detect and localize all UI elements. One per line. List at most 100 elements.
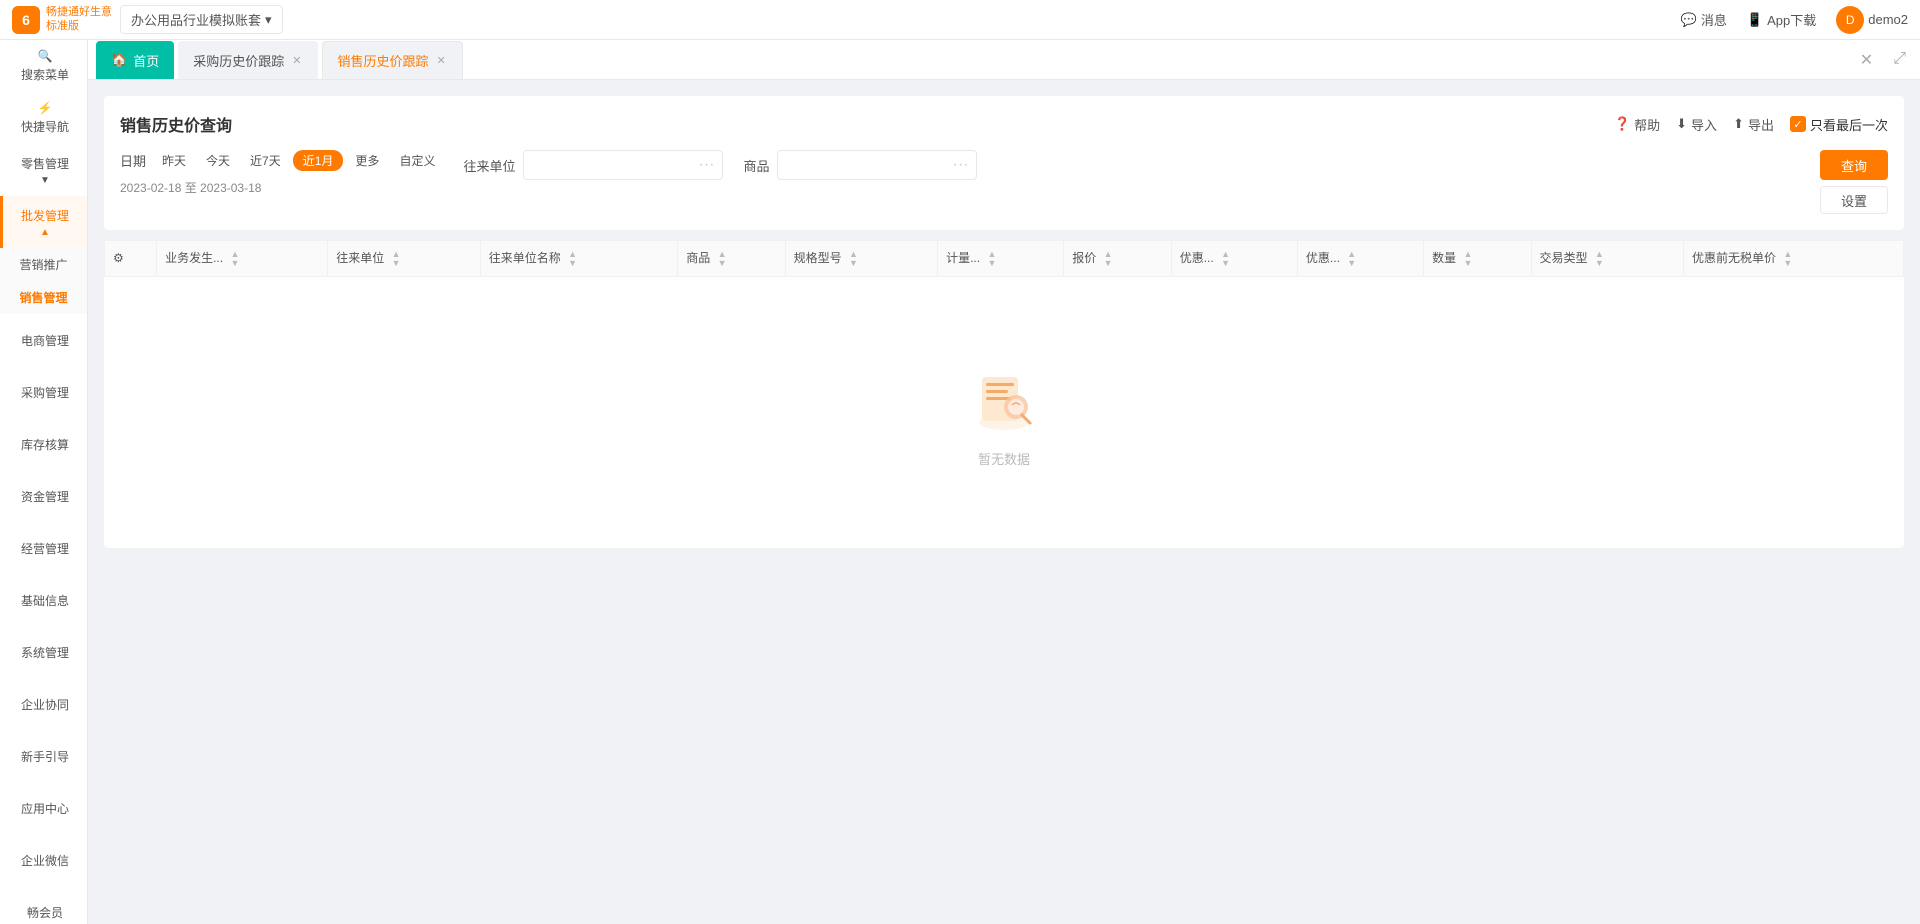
page-title: 销售历史价查询 <box>120 112 232 136</box>
table-header-row: ⚙ 业务发生... ▲▼ 往来单位 ▲▼ 往来单位名称 <box>105 241 1904 277</box>
sort-icon: ▲▼ <box>718 250 727 268</box>
sidebar-item-enterprise[interactable]: 企业协同 <box>0 678 87 730</box>
sidebar-item-finance[interactable]: 资金管理 <box>0 470 87 522</box>
sort-icon: ▲▼ <box>987 250 996 268</box>
product-input[interactable]: ··· <box>777 150 977 180</box>
sidebar-item-vip[interactable]: 畅会员 <box>0 886 87 924</box>
date-option-today[interactable]: 今天 <box>198 150 238 171</box>
col-trade-type[interactable]: 交易类型 ▲▼ <box>1531 241 1683 277</box>
sort-icon: ▲▼ <box>1463 250 1472 268</box>
date-option-custom[interactable]: 自定义 <box>391 150 443 171</box>
product-input-dots: ··· <box>953 156 969 174</box>
chevron-down-icon: ▾ <box>265 12 272 28</box>
close-all-tabs-button[interactable]: ✕ <box>1854 47 1879 73</box>
sort-icon: ▲▼ <box>230 250 239 268</box>
sidebar-item-operations[interactable]: 经营管理 <box>0 522 87 574</box>
settings-button[interactable]: 设置 <box>1820 186 1888 214</box>
home-icon: 🏠 <box>111 52 127 68</box>
sidebar-item-inventory[interactable]: 库存核算 <box>0 418 87 470</box>
logo-icon: 6 <box>12 6 40 34</box>
import-icon: ⬇ <box>1676 116 1687 132</box>
export-action[interactable]: ⬆ 导出 <box>1733 115 1774 134</box>
col-quantity[interactable]: 数量 ▲▼ <box>1424 241 1531 277</box>
import-action[interactable]: ⬇ 导入 <box>1676 115 1717 134</box>
sidebar-item-guide[interactable]: 新手引导 <box>0 730 87 782</box>
sidebar-item-retail[interactable]: 零售管理 ▼ <box>0 144 87 196</box>
sidebar-item-purchase[interactable]: 采购管理 <box>0 366 87 418</box>
partner-input[interactable]: ··· <box>523 150 723 180</box>
partner-filter-group: 往来单位 ··· <box>463 150 723 180</box>
date-option-1month[interactable]: 近1月 <box>293 150 344 171</box>
sort-icon: ▲▼ <box>1595 250 1604 268</box>
logo-text: 畅捷通好生意 标准版 <box>46 6 112 32</box>
download-icon: 📱 <box>1747 12 1763 28</box>
maximize-button[interactable]: ⤢ <box>1887 47 1912 73</box>
col-biz-date[interactable]: 业务发生... ▲▼ <box>157 241 328 277</box>
tab-sales-history[interactable]: 销售历史价跟踪 ✕ <box>322 41 462 79</box>
sidebar-sub-item-sales[interactable]: 销售管理 <box>0 281 87 314</box>
tab-bar-actions: ✕ ⤢ <box>1854 47 1912 73</box>
tab-close-sales[interactable]: ✕ <box>434 53 447 68</box>
tab-home[interactable]: 🏠 首页 <box>96 41 174 79</box>
sort-icon: ▲▼ <box>849 250 858 268</box>
date-option-more[interactable]: 更多 <box>347 150 387 171</box>
query-panel: 销售历史价查询 ❓ 帮助 ⬇ 导入 ⬆ 导出 <box>104 96 1904 230</box>
col-pretax-price[interactable]: 优惠前无税单价 ▲▼ <box>1683 241 1903 277</box>
col-settings[interactable]: ⚙ <box>105 241 157 277</box>
user-profile[interactable]: D demo2 <box>1836 6 1908 34</box>
sidebar-item-shortcut[interactable]: ⚡ 快捷导航 <box>0 92 87 144</box>
filter-row: 日期 昨天 今天 近7天 近1月 更多 自定义 2023-02-18 至 202… <box>120 150 1888 214</box>
chevron-up-icon: ▲ <box>40 227 50 238</box>
sidebar-item-apps[interactable]: 应用中心 <box>0 782 87 834</box>
company-dropdown[interactable]: 办公用品行业模拟账套 ▾ <box>120 5 283 34</box>
export-icon: ⬆ <box>1733 116 1744 132</box>
sort-icon: ▲▼ <box>1347 250 1356 268</box>
col-spec[interactable]: 规格型号 ▲▼ <box>785 241 937 277</box>
sort-icon: ▲▼ <box>1221 250 1230 268</box>
sidebar-item-search[interactable]: 🔍 搜索菜单 <box>0 40 87 92</box>
col-unit[interactable]: 计量... ▲▼ <box>938 241 1064 277</box>
partner-input-dots: ··· <box>698 156 714 174</box>
sidebar-item-wholesale[interactable]: 批发管理 ▲ <box>0 196 87 248</box>
sort-icon: ▲▼ <box>392 250 401 268</box>
sidebar-item-wechat[interactable]: 企业微信 <box>0 834 87 886</box>
empty-illustration <box>964 357 1044 437</box>
sidebar-sub-item-marketing[interactable]: 营销推广 <box>0 248 87 281</box>
sidebar: 🔍 搜索菜单 ⚡ 快捷导航 零售管理 ▼ 批发管理 ▲ 营销推广 销售管理 电商… <box>0 40 88 924</box>
col-discount1[interactable]: 优惠... ▲▼ <box>1171 241 1297 277</box>
help-icon: ❓ <box>1614 116 1630 132</box>
col-product[interactable]: 商品 ▲▼ <box>678 241 785 277</box>
logo: 6 畅捷通好生意 标准版 <box>12 6 112 34</box>
tab-close-purchase[interactable]: ✕ <box>290 53 303 68</box>
col-partner-name[interactable]: 往来单位名称 ▲▼ <box>480 241 677 277</box>
date-options: 昨天 今天 近7天 近1月 更多 自定义 <box>154 150 443 171</box>
sort-icon: ▲▼ <box>568 250 577 268</box>
empty-text: 暂无数据 <box>978 449 1030 468</box>
settings-gear-icon: ⚙ <box>113 251 124 265</box>
chevron-down-icon: ▼ <box>40 175 50 186</box>
search-icon: 🔍 <box>38 49 53 63</box>
col-partner-code[interactable]: 往来单位 ▲▼ <box>328 241 480 277</box>
tab-purchase-history[interactable]: 采购历史价跟踪 ✕ <box>178 41 318 79</box>
message-action[interactable]: 💬 消息 <box>1681 10 1727 29</box>
tab-bar: 🏠 首页 采购历史价跟踪 ✕ 销售历史价跟踪 ✕ ✕ ⤢ <box>88 40 1920 80</box>
date-option-yesterday[interactable]: 昨天 <box>154 150 194 171</box>
sidebar-item-system[interactable]: 系统管理 <box>0 626 87 678</box>
col-quote[interactable]: 报价 ▲▼ <box>1064 241 1171 277</box>
top-bar: 6 畅捷通好生意 标准版 办公用品行业模拟账套 ▾ 💬 消息 📱 App下载 D… <box>0 0 1920 40</box>
help-action[interactable]: ❓ 帮助 <box>1614 115 1660 134</box>
sidebar-item-ecommerce[interactable]: 电商管理 <box>0 314 87 366</box>
app-download-action[interactable]: 📱 App下载 <box>1747 10 1816 29</box>
query-panel-header: 销售历史价查询 ❓ 帮助 ⬇ 导入 ⬆ 导出 <box>120 112 1888 136</box>
query-button[interactable]: 查询 <box>1820 150 1888 180</box>
shortcut-icon: ⚡ <box>38 101 53 115</box>
only-last-checkbox[interactable]: ✓ 只看最后一次 <box>1790 115 1888 134</box>
sidebar-item-basics[interactable]: 基础信息 <box>0 574 87 626</box>
sort-icon: ▲▼ <box>1104 250 1113 268</box>
message-icon: 💬 <box>1681 12 1697 28</box>
table-panel: ⚙ 业务发生... ▲▼ 往来单位 ▲▼ 往来单位名称 <box>104 240 1904 548</box>
date-filter-group: 日期 昨天 今天 近7天 近1月 更多 自定义 <box>120 150 443 171</box>
top-bar-right: 💬 消息 📱 App下载 D demo2 <box>1681 6 1908 34</box>
col-discount2[interactable]: 优惠... ▲▼ <box>1297 241 1423 277</box>
date-option-7days[interactable]: 近7天 <box>242 150 289 171</box>
